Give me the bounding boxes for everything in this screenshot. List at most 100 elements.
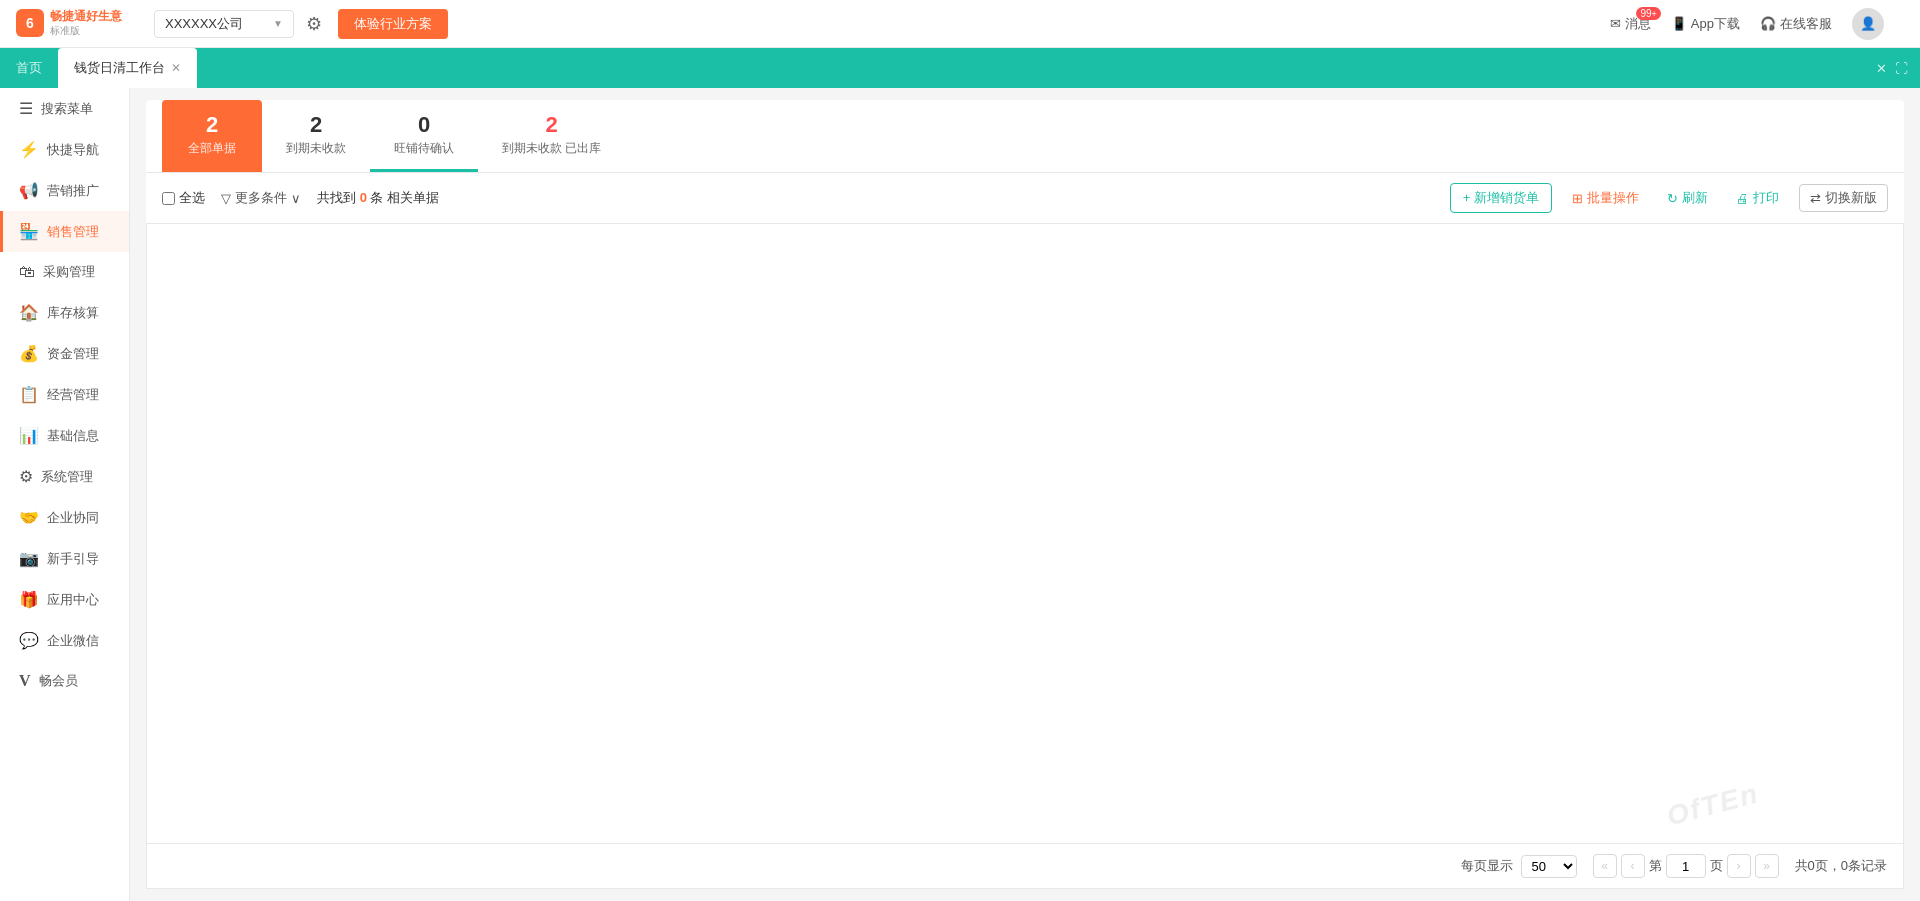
batch-action-button[interactable]: ⊞ 批量操作 <box>1564 185 1647 211</box>
prev-page-button[interactable]: ‹ <box>1621 854 1645 878</box>
trial-button[interactable]: 体验行业方案 <box>338 9 448 39</box>
system-mgmt-icon: ⚙ <box>19 467 33 486</box>
switch-version-button[interactable]: ⇄ 切换新版 <box>1799 184 1888 212</box>
stats-tabs: 2 全部单据 2 到期未收款 0 旺铺待确认 2 到期未收款 已出库 <box>146 100 1904 173</box>
close-tab-icon[interactable]: ✕ <box>171 61 181 75</box>
filter-button[interactable]: ▽ 更多条件 ∨ <box>213 185 309 211</box>
stat-tab-all[interactable]: 2 全部单据 <box>162 100 262 172</box>
sidebar-item-search-menu[interactable]: ☰ 搜索菜单 <box>0 88 129 129</box>
sidebar-item-basic-info[interactable]: 📊 基础信息 <box>0 415 129 456</box>
sidebar-label-guide: 新手引导 <box>47 550 99 568</box>
select-all-checkbox-label[interactable]: 全选 <box>162 189 205 207</box>
print-button[interactable]: 🖨 打印 <box>1728 185 1787 211</box>
online-service-icon: 🎧 <box>1760 16 1776 31</box>
new-sale-button[interactable]: + 新增销货单 <box>1450 183 1552 213</box>
finance-icon: 💰 <box>19 344 39 363</box>
main-layout: ☰ 搜索菜单 ⚡ 快捷导航 📢 营销推广 🏪 销售管理 🛍 采购管理 🏠 库存核… <box>0 88 1920 901</box>
logo-icon: 6 <box>16 9 44 37</box>
page-total: 共0页，0条记录 <box>1795 857 1887 875</box>
sidebar-label-purchase-mgmt: 采购管理 <box>43 263 95 281</box>
sidebar-label-enterprise: 企业协同 <box>47 509 99 527</box>
inventory-icon: 🏠 <box>19 303 39 322</box>
sidebar-label-system-mgmt: 系统管理 <box>41 468 93 486</box>
found-text: 共找到 0 条 相关单据 <box>317 189 439 207</box>
page-size-select[interactable]: 50 20 100 <box>1521 855 1577 878</box>
stat-label-pending: 旺铺待确认 <box>394 140 454 157</box>
sidebar-label-finance: 资金管理 <box>47 345 99 363</box>
sidebar-label-member: 畅会员 <box>39 672 78 690</box>
brand-name: 畅捷通好生意 <box>50 9 122 23</box>
filter-label: 更多条件 <box>235 189 287 207</box>
stat-tab-overdue-out[interactable]: 2 到期未收款 已出库 <box>478 100 625 172</box>
sidebar-item-enterprise[interactable]: 🤝 企业协同 <box>0 497 129 538</box>
page-size-label: 每页显示 <box>1461 857 1513 875</box>
print-label: 打印 <box>1753 189 1779 207</box>
page-nav: « ‹ 第 页 › » <box>1593 854 1779 878</box>
sidebar-item-marketing[interactable]: 📢 营销推广 <box>0 170 129 211</box>
sidebar-item-quick-nav[interactable]: ⚡ 快捷导航 <box>0 129 129 170</box>
nav-tabs: 首页 钱货日清工作台 ✕ ✕ ⛶ <box>0 48 1920 88</box>
last-page-button[interactable]: » <box>1755 854 1779 878</box>
sidebar-item-finance[interactable]: 💰 资金管理 <box>0 333 129 374</box>
sidebar-item-purchase-mgmt[interactable]: 🛍 采购管理 <box>0 252 129 292</box>
sidebar-item-inventory[interactable]: 🏠 库存核算 <box>0 292 129 333</box>
marketing-icon: 📢 <box>19 181 39 200</box>
sidebar-item-operations[interactable]: 📋 经营管理 <box>0 374 129 415</box>
tab-home[interactable]: 首页 <box>0 48 58 88</box>
member-icon: V <box>19 672 31 690</box>
sidebar-label-inventory: 库存核算 <box>47 304 99 322</box>
stat-tab-overdue[interactable]: 2 到期未收款 <box>262 100 370 172</box>
batch-label: 批量操作 <box>1587 189 1639 207</box>
stat-num-pending: 0 <box>394 112 454 138</box>
operations-icon: 📋 <box>19 385 39 404</box>
sidebar-item-member[interactable]: V 畅会员 <box>0 661 129 701</box>
wechat-work-icon: 💬 <box>19 631 39 650</box>
page-number-input[interactable] <box>1666 854 1706 878</box>
select-all-checkbox[interactable] <box>162 192 175 205</box>
sidebar-item-app-center[interactable]: 🎁 应用中心 <box>0 579 129 620</box>
chevron-down-icon: ▼ <box>273 18 283 29</box>
logo-area: 6 畅捷通好生意 标准版 <box>16 9 146 37</box>
purchase-mgmt-icon: 🛍 <box>19 263 35 281</box>
refresh-button[interactable]: ↻ 刷新 <box>1659 185 1716 211</box>
sidebar-label-marketing: 营销推广 <box>47 182 99 200</box>
online-service-action[interactable]: 🎧 在线客服 <box>1760 15 1832 33</box>
company-selector[interactable]: XXXXXX公司 ▼ <box>154 10 294 38</box>
app-download-action[interactable]: 📱 App下载 <box>1671 15 1740 33</box>
stat-num-overdue: 2 <box>286 112 346 138</box>
avatar[interactable]: 👤 <box>1852 8 1884 40</box>
maximize-icon[interactable]: ⛶ <box>1895 61 1908 76</box>
sidebar-label-quick-nav: 快捷导航 <box>47 141 99 159</box>
message-badge: 99+ <box>1636 7 1660 20</box>
quick-nav-icon: ⚡ <box>19 140 39 159</box>
brand-sub: 标准版 <box>50 24 122 38</box>
minimize-icon[interactable]: ✕ <box>1876 61 1887 76</box>
stat-num-overdue-out: 2 <box>502 112 601 138</box>
sidebar-label-basic-info: 基础信息 <box>47 427 99 445</box>
sidebar-label-sales-mgmt: 销售管理 <box>47 223 99 241</box>
app-download-label: App下载 <box>1691 15 1740 33</box>
next-page-button[interactable]: › <box>1727 854 1751 878</box>
sidebar-label-app-center: 应用中心 <box>47 591 99 609</box>
page-label: 第 <box>1649 857 1662 875</box>
search-menu-icon: ☰ <box>19 99 33 118</box>
content-area: 2 全部单据 2 到期未收款 0 旺铺待确认 2 到期未收款 已出库 全选 <box>130 88 1920 901</box>
stat-num-all: 2 <box>186 112 238 138</box>
sidebar-item-guide[interactable]: 📷 新手引导 <box>0 538 129 579</box>
select-all-label: 全选 <box>179 189 205 207</box>
sidebar-item-wechat-work[interactable]: 💬 企业微信 <box>0 620 129 661</box>
enterprise-icon: 🤝 <box>19 508 39 527</box>
pagination: 每页显示 50 20 100 « ‹ 第 页 › » 共0页，0条记录 <box>146 844 1904 889</box>
stat-tab-pending[interactable]: 0 旺铺待确认 <box>370 100 478 172</box>
filter-icon: ▽ <box>221 191 231 206</box>
online-service-label: 在线客服 <box>1780 15 1832 33</box>
first-page-button[interactable]: « <box>1593 854 1617 878</box>
basic-info-icon: 📊 <box>19 426 39 445</box>
sidebar-item-system-mgmt[interactable]: ⚙ 系统管理 <box>0 456 129 497</box>
batch-icon: ⊞ <box>1572 191 1583 206</box>
header-right: ✉ 消息 99+ 📱 App下载 🎧 在线客服 👤 <box>1610 8 1904 40</box>
sidebar-item-sales-mgmt[interactable]: 🏪 销售管理 <box>0 211 129 252</box>
message-action[interactable]: ✉ 消息 99+ <box>1610 15 1651 33</box>
settings-icon[interactable]: ⚙ <box>302 9 326 39</box>
tab-work-bench[interactable]: 钱货日清工作台 ✕ <box>58 48 197 88</box>
